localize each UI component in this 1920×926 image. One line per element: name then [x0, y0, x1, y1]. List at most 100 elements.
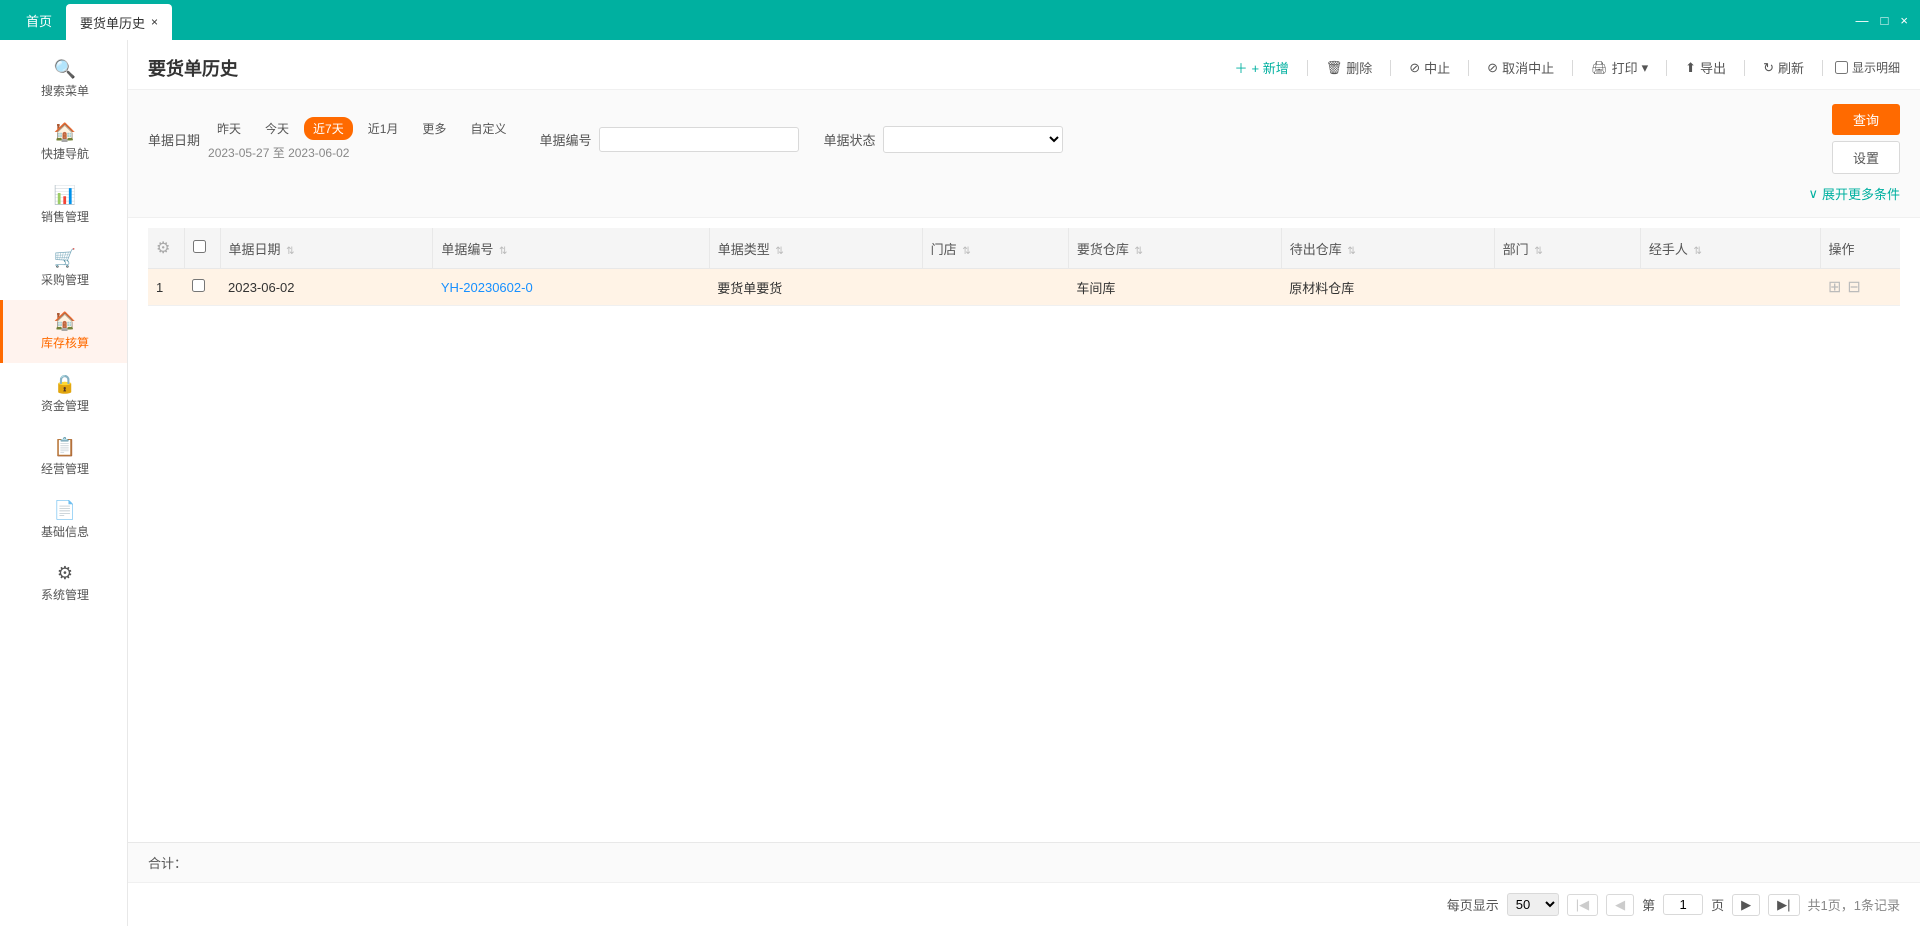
settings-btn[interactable]: 设置 — [1832, 141, 1900, 174]
expand-conditions-btn[interactable]: ∨ 展开更多条件 — [1808, 184, 1900, 203]
delete-btn[interactable]: 🗑 删除 — [1320, 54, 1379, 81]
row-more-icon[interactable]: ⊟ — [1847, 277, 1860, 297]
warehouse-icon: 🏠 — [54, 312, 76, 330]
date-btn-custom[interactable]: 自定义 — [461, 117, 515, 140]
column-settings-icon[interactable]: ⚙ — [156, 240, 170, 257]
sort-dept-icon[interactable]: ⇅ — [1534, 246, 1542, 257]
sort-date-icon[interactable]: ⇅ — [286, 246, 294, 257]
cancel-stop-icon: ⊘ — [1487, 60, 1498, 76]
th-ops: 操作 — [1820, 228, 1900, 269]
sort-docno-icon[interactable]: ⇅ — [499, 246, 507, 257]
row-doctype: 要货单要货 — [709, 269, 922, 306]
sort-store-icon[interactable]: ⇅ — [962, 246, 970, 257]
window-close-btn[interactable]: × — [1900, 13, 1908, 28]
doc-no-field: 单据编号 — [539, 127, 799, 152]
date-btn-more[interactable]: 更多 — [413, 117, 455, 140]
query-btn[interactable]: 查询 — [1832, 104, 1900, 135]
sort-pendingwarehouse-icon[interactable]: ⇅ — [1347, 246, 1355, 257]
doc-no-input[interactable] — [599, 127, 799, 152]
th-docno: 单据编号 ⇅ — [433, 228, 709, 269]
sidebar: 🔍 搜索菜单 🏠 快捷导航 📊 销售管理 🛒 采购管理 🏠 库存核算 🔒 资金管… — [0, 40, 128, 926]
window-minimize-btn[interactable]: — — [1856, 13, 1869, 28]
show-detail-label: 显示明细 — [1852, 59, 1900, 76]
show-detail-toggle[interactable]: 显示明细 — [1835, 59, 1900, 76]
sidebar-sales-label: 销售管理 — [41, 208, 89, 225]
sort-handler-icon[interactable]: ⇅ — [1694, 246, 1702, 257]
lock-icon: 🔒 — [54, 375, 76, 393]
tab-history-label: 要货单历史 — [80, 13, 145, 32]
sidebar-item-search[interactable]: 🔍 搜索菜单 — [0, 48, 127, 111]
export-btn[interactable]: ⬆ 导出 — [1679, 54, 1732, 81]
select-all-checkbox[interactable] — [193, 240, 206, 253]
sidebar-inventory-label: 库存核算 — [41, 334, 89, 351]
row-docno-link[interactable]: YH-20230602-0 — [441, 280, 533, 295]
per-page-select[interactable]: 50 10 20 100 — [1507, 893, 1559, 916]
date-range-display: 2023-05-27 至 2023-06-02 — [208, 144, 515, 161]
row-docno: YH-20230602-0 — [433, 269, 709, 306]
sidebar-item-sales[interactable]: 📊 销售管理 — [0, 174, 127, 237]
row-handler — [1640, 269, 1820, 306]
page-next-btn[interactable]: ▶ — [1732, 894, 1760, 916]
sidebar-item-operation[interactable]: 📋 经营管理 — [0, 426, 127, 489]
row-select-checkbox[interactable] — [192, 279, 205, 292]
print-btn[interactable]: 🖨 打印 ▾ — [1585, 54, 1654, 81]
cancel-stop-btn[interactable]: ⊘ 取消中止 — [1481, 54, 1560, 81]
stop-icon: ⊘ — [1409, 60, 1420, 76]
doc-status-field: 单据状态 — [823, 126, 1063, 153]
row-dept — [1494, 269, 1640, 306]
sort-doctype-icon[interactable]: ⇅ — [775, 246, 783, 257]
row-ops-container: ⊞ ⊟ — [1828, 277, 1892, 297]
date-btn-7days[interactable]: 近7天 — [304, 117, 353, 140]
close-tab-icon[interactable]: × — [151, 15, 158, 29]
sidebar-item-basic[interactable]: 📄 基础信息 — [0, 489, 127, 552]
divider-1 — [1307, 60, 1308, 76]
sidebar-quick-nav-label: 快捷导航 — [41, 145, 89, 162]
sidebar-item-finance[interactable]: 🔒 资金管理 — [0, 363, 127, 426]
refresh-btn[interactable]: ↻ 刷新 — [1757, 54, 1810, 81]
sidebar-item-inventory[interactable]: 🏠 库存核算 — [0, 300, 127, 363]
tab-home[interactable]: 首页 — [12, 0, 66, 40]
per-page-label: 每页显示 — [1447, 895, 1499, 914]
sidebar-item-purchase[interactable]: 🛒 采购管理 — [0, 237, 127, 300]
top-bar: 首页 要货单历史 × — □ × — [0, 0, 1920, 40]
divider-7 — [1822, 60, 1823, 76]
search-expand-row: ∨ 展开更多条件 — [148, 184, 1900, 203]
date-btn-yesterday[interactable]: 昨天 — [208, 117, 250, 140]
sort-reqwarehouse-icon[interactable]: ⇅ — [1135, 246, 1143, 257]
page-container: 要货单历史 ＋ + 新增 🗑 删除 ⊘ 中止 — [128, 40, 1920, 926]
row-reqwarehouse: 车间库 — [1068, 269, 1281, 306]
row-ops: ⊞ ⊟ — [1820, 269, 1900, 306]
tab-history[interactable]: 要货单历史 × — [66, 4, 172, 40]
page-prev-btn[interactable]: ◀ — [1606, 894, 1634, 916]
page-last-btn[interactable]: ▶| — [1768, 894, 1799, 916]
sidebar-item-quick-nav[interactable]: 🏠 快捷导航 — [0, 111, 127, 174]
divider-5 — [1666, 60, 1667, 76]
date-btn-today[interactable]: 今天 — [256, 117, 298, 140]
stop-btn[interactable]: ⊘ 中止 — [1403, 54, 1456, 81]
th-checkbox — [184, 228, 220, 269]
print-label: 打印 — [1612, 58, 1638, 77]
page-number-input[interactable] — [1663, 894, 1703, 915]
search-row: 单据日期 昨天 今天 近7天 近1月 更多 自定义 2023-05-27 至 2… — [148, 104, 1900, 174]
doc-status-select[interactable] — [883, 126, 1063, 153]
cancel-stop-label: 取消中止 — [1502, 58, 1554, 77]
main-content: 要货单历史 ＋ + 新增 🗑 删除 ⊘ 中止 — [128, 40, 1920, 926]
sidebar-purchase-label: 采购管理 — [41, 271, 89, 288]
show-detail-checkbox[interactable] — [1835, 61, 1848, 74]
row-edit-icon[interactable]: ⊞ — [1828, 277, 1841, 297]
gear-icon: ⚙ — [57, 564, 73, 582]
add-btn[interactable]: ＋ + 新增 — [1228, 54, 1294, 81]
page-label-suffix: 页 — [1711, 895, 1724, 914]
print-icon: 🖨 — [1591, 60, 1608, 76]
date-btn-1month[interactable]: 近1月 — [359, 117, 408, 140]
window-maximize-btn[interactable]: □ — [1881, 13, 1889, 28]
expand-label: 展开更多条件 — [1822, 184, 1900, 203]
delete-label: 删除 — [1346, 58, 1372, 77]
page-first-btn[interactable]: |◀ — [1567, 894, 1598, 916]
add-label: + 新增 — [1251, 58, 1288, 77]
row-store — [922, 269, 1068, 306]
cart-icon: 🛒 — [54, 249, 76, 267]
sidebar-item-system[interactable]: ⚙ 系统管理 — [0, 552, 127, 615]
date-filter-field: 单据日期 昨天 今天 近7天 近1月 更多 自定义 2023-05-27 至 2… — [148, 117, 515, 161]
divider-6 — [1744, 60, 1745, 76]
